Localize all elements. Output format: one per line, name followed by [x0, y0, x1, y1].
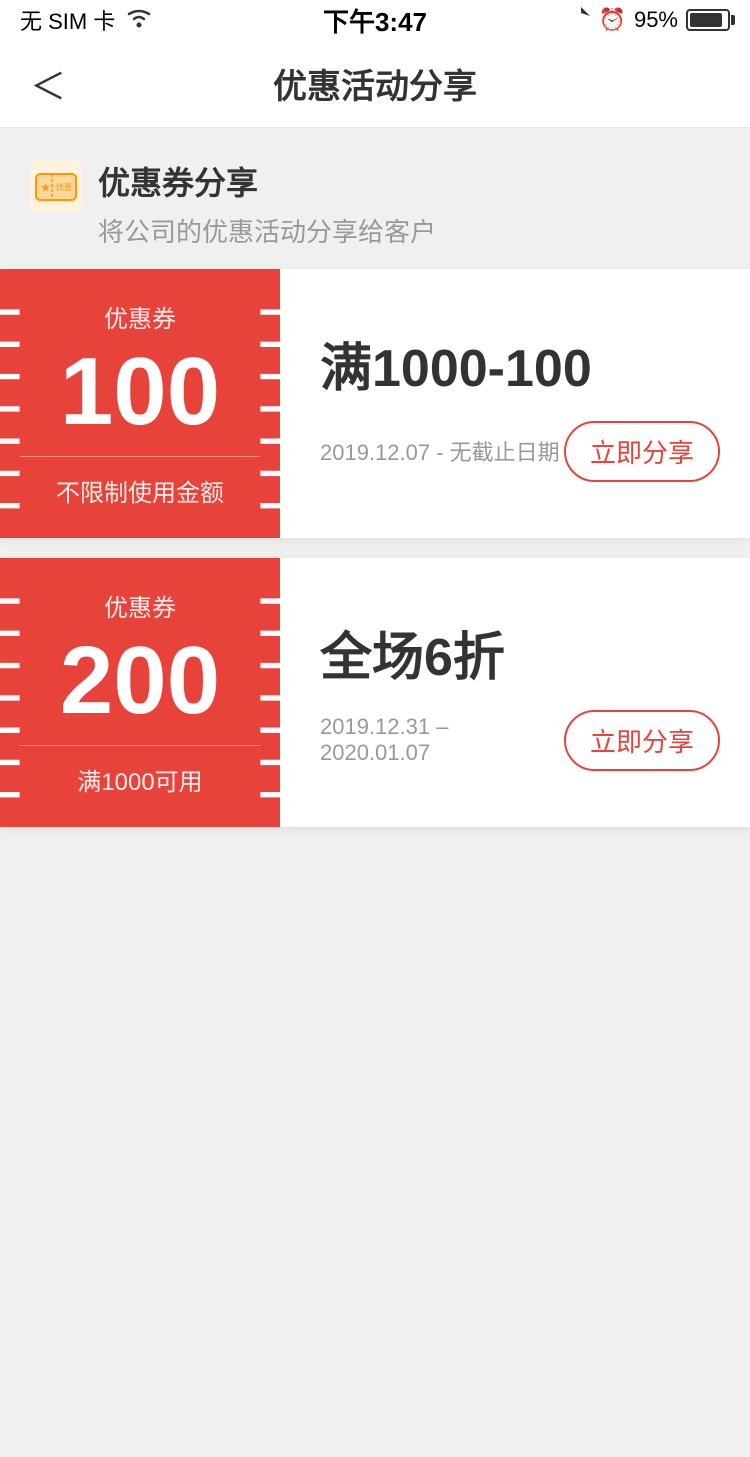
- battery-icon: [686, 9, 730, 31]
- coupon-section-icon: ★ 优惠: [30, 160, 82, 212]
- svg-text:优惠: 优惠: [56, 182, 72, 192]
- coupon-amount-2: 200: [60, 633, 220, 729]
- coupon-left-2: 优惠券 200 满1000可用: [0, 558, 280, 827]
- status-bar: 无 SIM 卡 下午3:47 ⏰ 95%: [0, 0, 750, 40]
- share-button-2[interactable]: 立即分享: [564, 710, 720, 771]
- coupon-type-2: 优惠券: [104, 588, 176, 623]
- status-time: 下午3:47: [323, 2, 427, 39]
- coupon-bottom-2: 2019.12.31 – 2020.01.07 立即分享: [320, 710, 720, 771]
- coupon-divider-2: [20, 745, 260, 746]
- coupon-card-1: 优惠券 100 不限制使用金额 满1000-100 2019.12.07 - 无…: [0, 269, 750, 538]
- coupons-container: 优惠券 100 不限制使用金额 满1000-100 2019.12.07 - 无…: [0, 269, 750, 857]
- section-subtitle: 将公司的优惠活动分享给客户: [98, 212, 436, 249]
- alarm-icon: ⏰: [599, 7, 626, 33]
- share-button-1[interactable]: 立即分享: [564, 421, 720, 482]
- battery-fill: [690, 13, 722, 27]
- coupon-condition-2: 满1000可用: [77, 762, 202, 797]
- coupon-right-2: 全场6折 2019.12.31 – 2020.01.07 立即分享: [280, 558, 750, 827]
- coupon-date-1: 2019.12.07 - 无截止日期: [320, 435, 560, 467]
- section-header: ★ 优惠 优惠券分享 将公司的优惠活动分享给客户: [0, 128, 750, 269]
- section-text: 优惠券分享 将公司的优惠活动分享给客户: [98, 158, 436, 249]
- wifi-icon: [125, 6, 153, 34]
- location-icon: [571, 6, 591, 34]
- coupon-card-2: 优惠券 200 满1000可用 全场6折 2019.12.31 – 2020.0…: [0, 558, 750, 827]
- coupon-divider-1: [20, 456, 260, 457]
- coupon-left-1: 优惠券 100 不限制使用金额: [0, 269, 280, 538]
- coupon-name-2: 全场6折: [320, 615, 720, 690]
- coupon-name-1: 满1000-100: [320, 326, 720, 401]
- status-left: 无 SIM 卡: [20, 4, 153, 36]
- coupon-type-1: 优惠券: [104, 299, 176, 334]
- battery-percent: 95%: [634, 7, 678, 33]
- nav-bar: ＜ 优惠活动分享: [0, 40, 750, 128]
- coupon-right-1: 满1000-100 2019.12.07 - 无截止日期 立即分享: [280, 269, 750, 538]
- back-button[interactable]: ＜: [30, 58, 66, 110]
- section-title: 优惠券分享: [98, 158, 436, 204]
- empty-space: [0, 857, 750, 1457]
- page-title: 优惠活动分享: [273, 59, 477, 108]
- carrier-text: 无 SIM 卡: [20, 4, 115, 36]
- coupon-condition-1: 不限制使用金额: [56, 473, 224, 508]
- coupon-amount-1: 100: [60, 344, 220, 440]
- svg-text:★: ★: [41, 183, 50, 194]
- coupon-date-2: 2019.12.31 – 2020.01.07: [320, 714, 564, 766]
- status-right: ⏰ 95%: [571, 6, 730, 34]
- coupon-bottom-1: 2019.12.07 - 无截止日期 立即分享: [320, 421, 720, 482]
